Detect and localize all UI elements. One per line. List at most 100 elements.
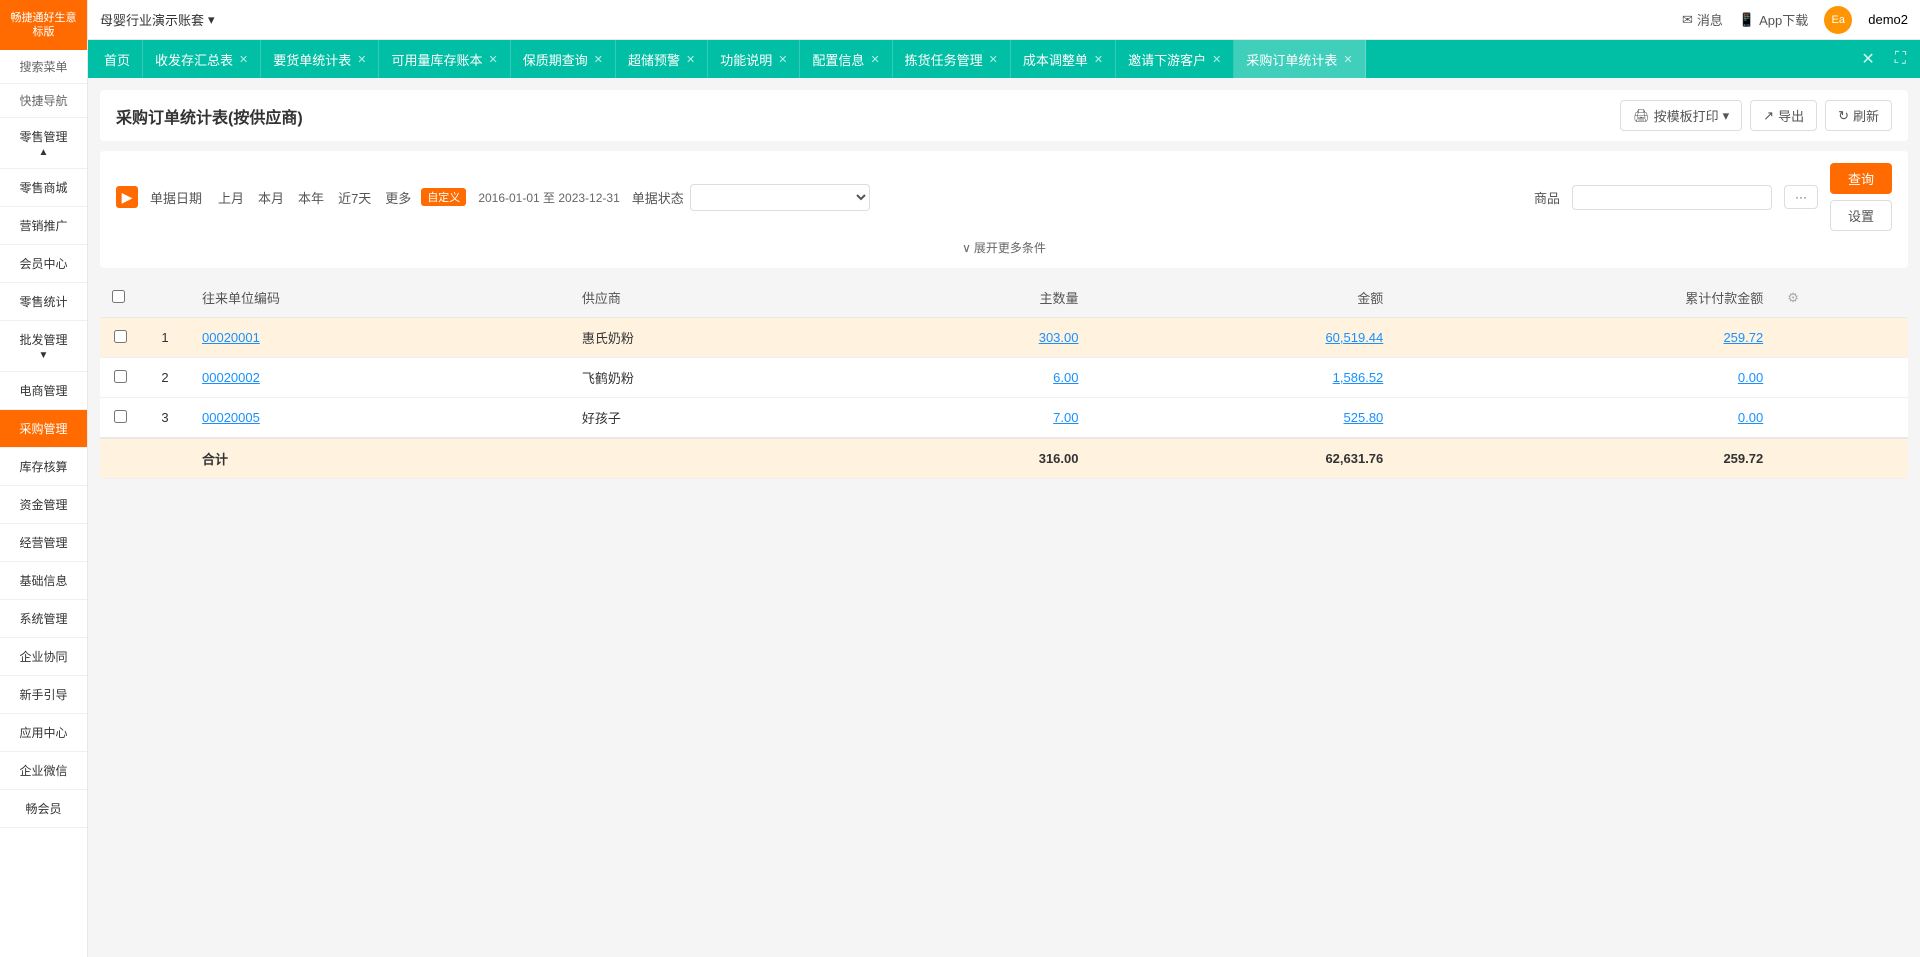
tab-function-desc[interactable]: 功能说明✕ — [708, 40, 800, 78]
row-amount-2[interactable]: 1,586.52 — [1090, 358, 1395, 398]
th-gear[interactable]: ⚙ — [1775, 278, 1908, 318]
row-checkbox[interactable] — [114, 330, 127, 343]
select-all-checkbox[interactable] — [112, 290, 125, 303]
app-download-btn[interactable]: 📱 App下载 — [1739, 10, 1808, 29]
row-checkbox[interactable] — [114, 370, 127, 383]
sidebar-item-finance[interactable]: 资金管理 — [0, 486, 87, 524]
date-shortcut-this-month[interactable]: 本月 — [254, 186, 288, 209]
sidebar-item-stock[interactable]: 库存核算 — [0, 448, 87, 486]
sidebar-item-wechat[interactable]: 企业微信 — [0, 752, 87, 790]
tab-expand-btn[interactable]: ⛶ — [1889, 48, 1912, 70]
row-amount-3[interactable]: 525.80 — [1090, 398, 1395, 439]
status-filter-wrap: 单据状态 — [632, 184, 1522, 211]
sidebar-item-enterprise[interactable]: 企业协同 — [0, 638, 87, 676]
tab-pick-task[interactable]: 拣货任务管理✕ — [893, 40, 1011, 78]
tab-close-icon[interactable]: ✕ — [489, 53, 498, 66]
status-select[interactable] — [690, 184, 870, 211]
tab-close-icon[interactable]: ✕ — [989, 53, 998, 66]
row-paid-amount-2[interactable]: 0.00 — [1395, 358, 1775, 398]
sidebar-item-purchase[interactable]: 采购管理 — [0, 410, 87, 448]
settings-btn[interactable]: 设置 — [1830, 200, 1892, 231]
row-checkbox-2 — [100, 358, 140, 398]
sidebar-item-ecommerce[interactable]: 电商管理 — [0, 372, 87, 410]
tab-close-icon[interactable]: ✕ — [1212, 53, 1221, 66]
tab-close-all-btn[interactable]: ✕ — [1855, 47, 1880, 71]
tab-close-icon[interactable]: ✕ — [686, 53, 695, 66]
tab-receive-summary[interactable]: 收发存汇总表✕ — [143, 40, 261, 78]
footer-main-qty: 316.00 — [853, 438, 1090, 479]
date-shortcut-last-month[interactable]: 上月 — [214, 186, 248, 209]
tab-close-icon[interactable]: ✕ — [239, 53, 248, 66]
goods-input[interactable] — [1572, 185, 1772, 210]
more-filter-btn[interactable]: ··· — [1784, 185, 1818, 209]
tab-order-summary[interactable]: 要货单统计表✕ — [261, 40, 379, 78]
sidebar-search[interactable]: 搜索菜单 — [0, 50, 87, 84]
tab-expiry-query[interactable]: 保质期查询✕ — [511, 40, 616, 78]
tab-close-icon[interactable]: ✕ — [1094, 53, 1103, 66]
tab-close-icon[interactable]: ✕ — [870, 53, 879, 66]
sidebar-item-basic[interactable]: 基础信息 — [0, 562, 87, 600]
row-unit-code-2[interactable]: 00020002 — [190, 358, 570, 398]
tab-cost-adjust[interactable]: 成本调整单✕ — [1011, 40, 1116, 78]
tab-close-active-icon[interactable]: ✕ — [1343, 53, 1352, 66]
row-checkbox-3 — [100, 398, 140, 439]
sidebar-item-app-center[interactable]: 应用中心 — [0, 714, 87, 752]
gear-icon[interactable]: ⚙ — [1787, 290, 1799, 305]
sidebar-item-wholesale[interactable]: 批发管理▼ — [0, 321, 87, 372]
refresh-btn[interactable]: ↻ 刷新 — [1825, 100, 1892, 131]
page-header: 采购订单统计表(按供应商) 🖨 按模板打印 ▾ ↗ 导出 ↻ 刷新 — [100, 90, 1908, 141]
date-shortcuts: 上月 本月 本年 近7天 更多 自定义 — [214, 186, 466, 209]
message-btn[interactable]: ✉ 消息 — [1682, 10, 1723, 29]
export-btn[interactable]: ↗ 导出 — [1750, 100, 1817, 131]
sidebar-item-member[interactable]: 会员中心 — [0, 245, 87, 283]
footer-extra — [1775, 438, 1908, 479]
sidebar-item-system[interactable]: 系统管理 — [0, 600, 87, 638]
sidebar-item-ops[interactable]: 经营管理 — [0, 524, 87, 562]
tab-overstock-warn[interactable]: 超储预警✕ — [616, 40, 708, 78]
row-extra-2 — [1775, 358, 1908, 398]
row-main-qty-3[interactable]: 7.00 — [853, 398, 1090, 439]
date-shortcut-more[interactable]: 更多 — [381, 186, 415, 209]
tab-close-icon[interactable]: ✕ — [357, 53, 366, 66]
sidebar-item-marketing[interactable]: 营销推广 — [0, 207, 87, 245]
filter-right-btns: 查询 设置 — [1830, 163, 1892, 231]
top-bar-right: ✉ 消息 📱 App下载 Ea demo2 — [1682, 6, 1908, 34]
row-unit-code-3[interactable]: 00020005 — [190, 398, 570, 439]
tab-invite-downstream[interactable]: 邀请下游客户✕ — [1116, 40, 1234, 78]
footer-paid-amount: 259.72 — [1395, 438, 1775, 479]
tab-purchase-stat[interactable]: 采购订单统计表✕ — [1234, 40, 1365, 78]
row-amount-1[interactable]: 60,519.44 — [1090, 318, 1395, 358]
row-paid-amount-3[interactable]: 0.00 — [1395, 398, 1775, 439]
expand-conditions-btn[interactable]: ∨ 展开更多条件 — [962, 239, 1046, 256]
sidebar-item-vip[interactable]: 畅会员 — [0, 790, 87, 828]
sidebar-item-retail-mgmt[interactable]: 零售管理▲ — [0, 118, 87, 169]
sidebar-item-newbie[interactable]: 新手引导 — [0, 676, 87, 714]
tab-available-stock[interactable]: 可用量库存账本✕ — [379, 40, 510, 78]
template-print-btn[interactable]: 🖨 按模板打印 ▾ — [1620, 100, 1742, 131]
sidebar-item-retail-shop[interactable]: 零售商城 — [0, 169, 87, 207]
tab-home[interactable]: 首页 — [92, 40, 143, 78]
row-unit-code-1[interactable]: 00020001 — [190, 318, 570, 358]
custom-date-badge[interactable]: 自定义 — [421, 188, 466, 206]
avatar[interactable]: Ea — [1824, 6, 1852, 34]
row-index-2: 2 — [140, 358, 190, 398]
date-shortcut-this-year[interactable]: 本年 — [294, 186, 328, 209]
row-supplier-1: 惠氏奶粉 — [570, 318, 853, 358]
row-paid-amount-1[interactable]: 259.72 — [1395, 318, 1775, 358]
row-main-qty-2[interactable]: 6.00 — [853, 358, 1090, 398]
content-area: 采购订单统计表(按供应商) 🖨 按模板打印 ▾ ↗ 导出 ↻ 刷新 — [88, 78, 1920, 957]
th-main-qty: 主数量 — [853, 278, 1090, 318]
date-shortcut-7days[interactable]: 近7天 — [334, 186, 375, 209]
tab-close-icon[interactable]: ✕ — [594, 53, 603, 66]
table-row: 2 00020002 飞鹤奶粉 6.00 1,586.52 0.00 — [100, 358, 1908, 398]
sidebar-item-retail-stat[interactable]: 零售统计 — [0, 283, 87, 321]
tab-close-icon[interactable]: ✕ — [778, 53, 787, 66]
page-title: 采购订单统计表(按供应商) — [116, 104, 303, 128]
workspace-title[interactable]: 母婴行业演示账套 ▾ — [100, 10, 1682, 29]
sidebar-shortcut[interactable]: 快捷导航 — [0, 84, 87, 118]
row-checkbox[interactable] — [114, 410, 127, 423]
query-btn[interactable]: 查询 — [1830, 163, 1892, 194]
filter-toggle-btn[interactable]: ▶ — [116, 186, 138, 208]
row-main-qty-1[interactable]: 303.00 — [853, 318, 1090, 358]
tab-config-info[interactable]: 配置信息✕ — [800, 40, 892, 78]
